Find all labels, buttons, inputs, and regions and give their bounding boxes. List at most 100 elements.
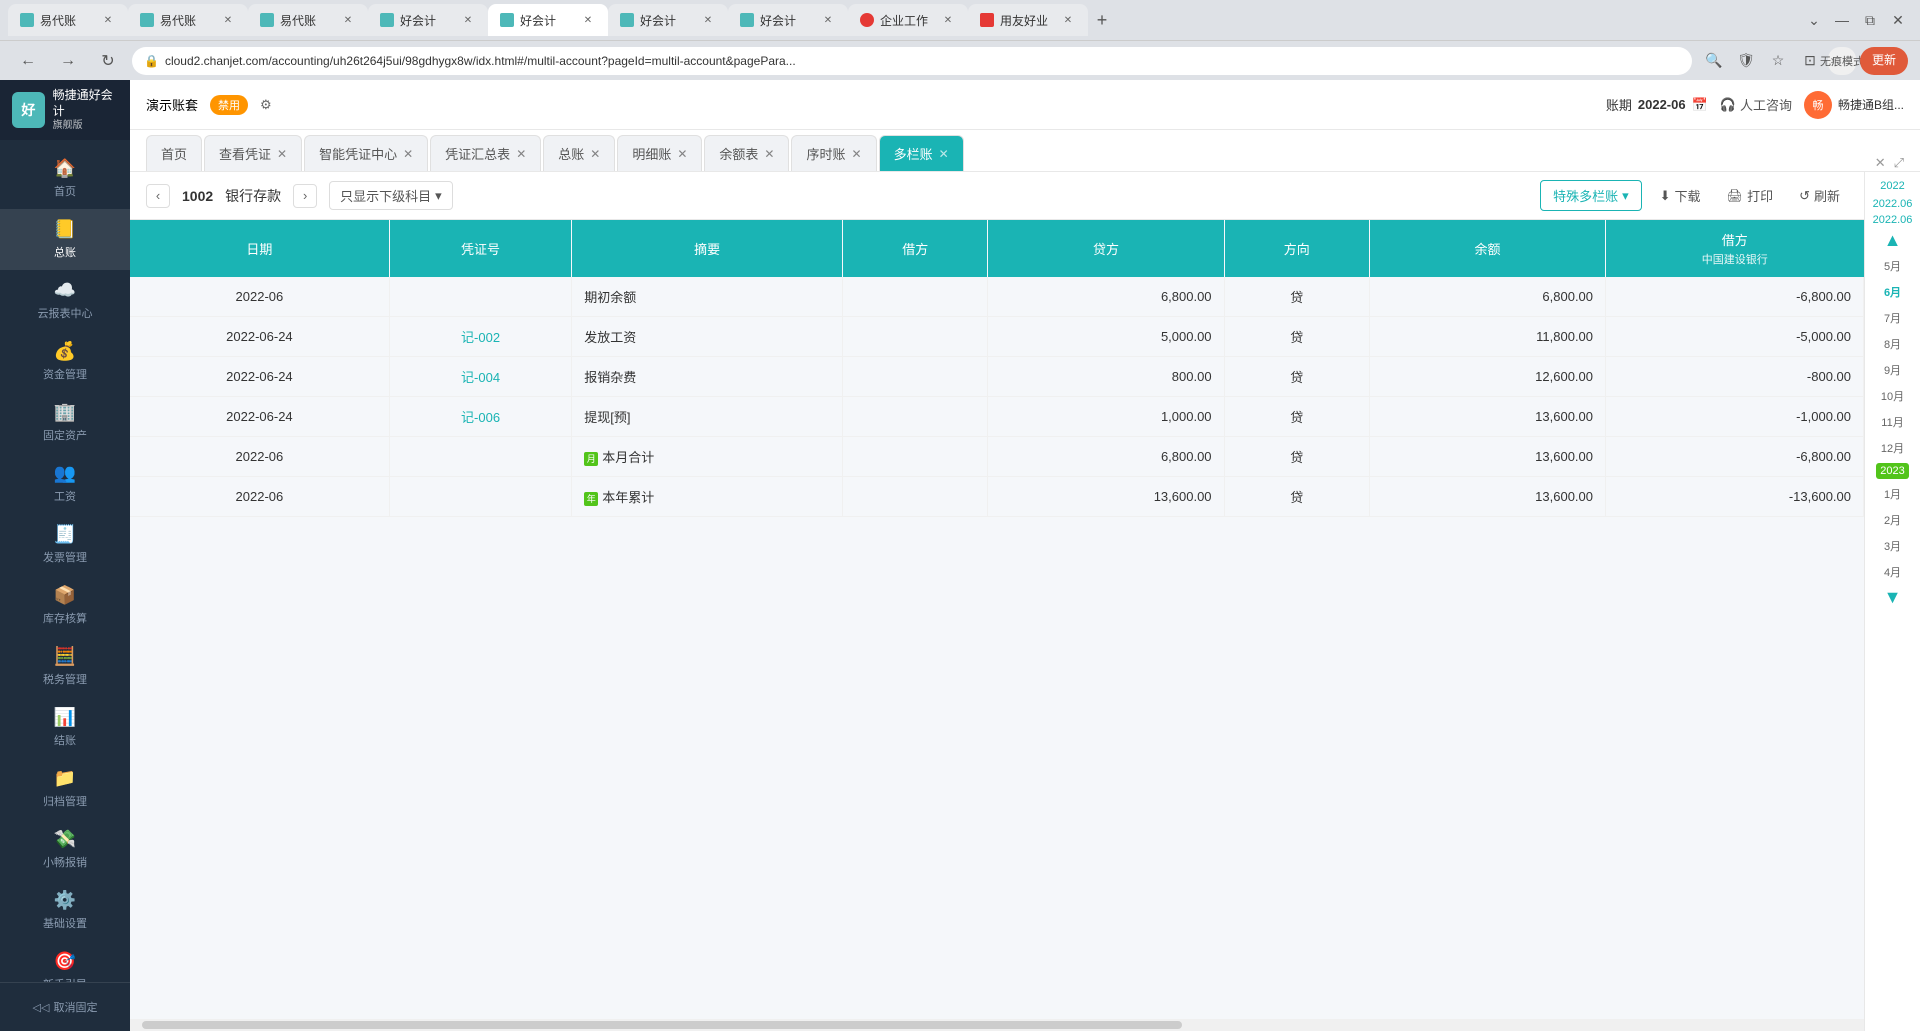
tab-detail-ledger-close[interactable]: ✕ (677, 147, 687, 161)
special-multi-account-btn[interactable]: 特殊多栏账 ▾ (1540, 180, 1642, 211)
browser-tab-5[interactable]: 好会计 ✕ (488, 4, 608, 36)
browser-tab-4[interactable]: 好会计 ✕ (368, 4, 488, 36)
print-btn[interactable]: 🖨 打印 (1719, 181, 1782, 210)
tab-close-7[interactable]: ✕ (820, 12, 836, 28)
tab-detail-ledger[interactable]: 明细账 ✕ (617, 135, 702, 171)
sidebar-item-salary[interactable]: 👥 工资 (0, 453, 130, 514)
timeline-2022-06-2[interactable]: 2022.06 (1865, 212, 1920, 228)
tab-general-ledger[interactable]: 总账 ✕ (543, 135, 615, 171)
tab-voucher-summary-close[interactable]: ✕ (516, 147, 526, 161)
tab-close-1[interactable]: ✕ (100, 12, 116, 28)
tab-close-8[interactable]: ✕ (940, 12, 956, 28)
settings-gear-icon[interactable]: ⚙ (260, 97, 272, 113)
tab-multi-column[interactable]: 多栏账 ✕ (879, 135, 964, 171)
sidebar-item-home[interactable]: 🏠 首页 (0, 148, 130, 209)
tab-home[interactable]: 首页 (146, 135, 202, 171)
timeline-mar-2023[interactable]: 3月 (1865, 533, 1920, 559)
download-btn[interactable]: ⬇ 下载 (1652, 181, 1709, 210)
tab-close-6[interactable]: ✕ (700, 12, 716, 28)
sidebar-item-fixed-assets[interactable]: 🏢 固定资产 (0, 392, 130, 453)
tab-sequence-ledger[interactable]: 序时账 ✕ (791, 135, 876, 171)
cell-balance: 11,800.00 (1369, 317, 1605, 357)
minimize-btn[interactable]: — (1828, 6, 1856, 34)
maximize-panel-btn[interactable]: ⤢ (1894, 155, 1904, 171)
sidebar-item-expense[interactable]: 💸 小畅报销 (0, 819, 130, 880)
search-icon[interactable]: 🔍 (1700, 47, 1728, 75)
timeline-august[interactable]: 8月 (1865, 331, 1920, 357)
shield-icon[interactable]: 🛡 (1732, 47, 1760, 75)
timeline-2022-06[interactable]: 2022.06 (1865, 196, 1920, 212)
sidebar-item-fund[interactable]: 💰 资金管理 (0, 331, 130, 392)
scroll-thumb[interactable] (142, 1021, 1182, 1029)
timeline-october[interactable]: 10月 (1865, 383, 1920, 409)
back-btn[interactable]: ← (12, 45, 44, 77)
address-bar[interactable]: 🔒 cloud2.chanjet.com/accounting/uh26t264… (132, 47, 1692, 75)
tab-multi-column-close[interactable]: ✕ (939, 147, 949, 161)
refresh-nav-btn[interactable]: ↻ (92, 45, 124, 77)
browser-tab-6[interactable]: 好会计 ✕ (608, 4, 728, 36)
timeline-jan-2023[interactable]: 1月 (1865, 481, 1920, 507)
timeline-feb-2023[interactable]: 2月 (1865, 507, 1920, 533)
refresh-btn[interactable]: ↺ 刷新 (1791, 181, 1848, 210)
sidebar-item-close-accounts[interactable]: 📊 结账 (0, 697, 130, 758)
timeline-june[interactable]: 6月 (1865, 279, 1920, 305)
forward-btn[interactable]: → (52, 45, 84, 77)
browser-tab-7[interactable]: 好会计 ✕ (728, 4, 848, 36)
sidebar-item-ledger[interactable]: 📒 总账 (0, 209, 130, 270)
tab-balance[interactable]: 余额表 ✕ (704, 135, 789, 171)
timeline-november[interactable]: 11月 (1865, 409, 1920, 435)
tab-close-2[interactable]: ✕ (220, 12, 236, 28)
close-btn[interactable]: ✕ (1884, 6, 1912, 34)
tab-close-3[interactable]: ✕ (340, 12, 356, 28)
browser-tab-1[interactable]: 易代账 ✕ (8, 4, 128, 36)
tab-general-ledger-close[interactable]: ✕ (590, 147, 600, 161)
horizontal-scrollbar[interactable] (130, 1019, 1864, 1031)
timeline-may[interactable]: 5月 (1865, 253, 1920, 279)
tab-close-9[interactable]: ✕ (1060, 12, 1076, 28)
tab-favicon-9 (980, 13, 994, 27)
minimize-panel-btn[interactable]: ✕ (1875, 155, 1886, 171)
voucher-link-004[interactable]: 记-004 (461, 370, 500, 385)
star-icon[interactable]: ☆ (1764, 47, 1792, 75)
unpin-button[interactable]: ◁◁ 取消固定 (0, 991, 130, 1023)
sidebar-item-cloud-report[interactable]: ☁️ 云报表中心 (0, 270, 130, 331)
tab-close-5[interactable]: ✕ (580, 12, 596, 28)
tab-view-voucher[interactable]: 查看凭证 ✕ (204, 135, 302, 171)
timeline-apr-2023[interactable]: 4月 (1865, 559, 1920, 585)
tab-voucher-summary[interactable]: 凭证汇总表 ✕ (430, 135, 541, 171)
sidebar-item-guide[interactable]: 🎯 新手引导 (0, 941, 130, 982)
sidebar-item-settings[interactable]: ⚙️ 基础设置 (0, 880, 130, 941)
update-button[interactable]: 更新 (1860, 47, 1908, 75)
timeline-down-arrow[interactable]: ▼ (1882, 585, 1904, 610)
wuhen-btn[interactable]: 无痕模式 (1828, 47, 1856, 75)
browser-tab-9[interactable]: 用友好业 ✕ (968, 4, 1088, 36)
browser-tab-2[interactable]: 易代账 ✕ (128, 4, 248, 36)
timeline-september[interactable]: 9月 (1865, 357, 1920, 383)
timeline-december[interactable]: 12月 (1865, 435, 1920, 461)
prev-account-btn[interactable]: ‹ (146, 184, 170, 208)
sidebar-item-archive[interactable]: 📁 归档管理 (0, 758, 130, 819)
tab-smart-voucher[interactable]: 智能凭证中心 ✕ (304, 135, 428, 171)
restore-btn[interactable]: ⧉ (1856, 6, 1884, 34)
tab-view-voucher-close[interactable]: ✕ (277, 147, 287, 161)
tab-smart-voucher-close[interactable]: ✕ (403, 147, 413, 161)
tab-list-btn[interactable]: ⌄ (1800, 6, 1828, 34)
browser-tab-8[interactable]: 企业工作 ✕ (848, 4, 968, 36)
tab-close-4[interactable]: ✕ (460, 12, 476, 28)
calendar-icon[interactable]: 📅 (1692, 97, 1708, 113)
filter-subcategory-btn[interactable]: 只显示下级科目 ▾ (329, 181, 453, 210)
sidebar-item-tax[interactable]: 🧮 税务管理 (0, 636, 130, 697)
timeline-july[interactable]: 7月 (1865, 305, 1920, 331)
tab-sequence-ledger-close[interactable]: ✕ (852, 147, 862, 161)
voucher-link-006[interactable]: 记-006 (461, 410, 500, 425)
consult-button[interactable]: 🎧 人工咨询 (1720, 95, 1792, 114)
tab-balance-close[interactable]: ✕ (764, 147, 774, 161)
sidebar-item-inventory[interactable]: 📦 库存核算 (0, 575, 130, 636)
browser-tab-3[interactable]: 易代账 ✕ (248, 4, 368, 36)
next-account-btn[interactable]: › (293, 184, 317, 208)
sidebar-item-invoice[interactable]: 🧾 发票管理 (0, 514, 130, 575)
cell-summary: 报销杂费 (572, 357, 843, 397)
new-tab-button[interactable]: + (1088, 6, 1116, 34)
voucher-link-002[interactable]: 记-002 (461, 330, 500, 345)
timeline-up-arrow[interactable]: ▲ (1882, 228, 1904, 253)
